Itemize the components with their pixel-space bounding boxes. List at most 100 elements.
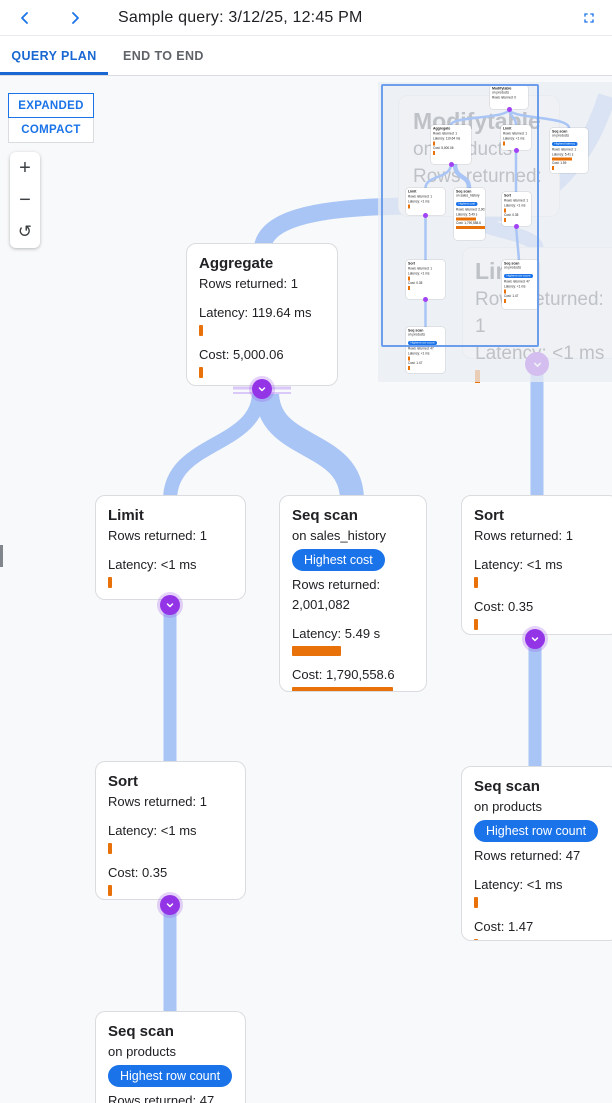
node-rows: Rows returned: 1 xyxy=(108,526,233,546)
node-rows: Rows returned: 47 xyxy=(474,846,606,866)
node-cost: Cost: 5,000.06 xyxy=(199,345,325,365)
node-cost: Cost: 0.35 xyxy=(108,863,233,883)
node-latency: Latency: 5.49 s xyxy=(292,624,414,644)
node-latency: Latency: <1 ms xyxy=(474,875,606,895)
minimap-node-stat: Cost: 1.47 xyxy=(408,362,440,366)
node-latency: Latency: <1 ms xyxy=(108,821,233,841)
minimap-node-stat: Rows returned: 1 xyxy=(552,148,583,152)
chevron-down-icon xyxy=(529,633,541,645)
node-rows: Rows returned: 1 xyxy=(199,274,325,294)
node-cost: Cost: 1.47 xyxy=(474,917,606,937)
latency-bar xyxy=(108,577,112,588)
cost-bar xyxy=(474,939,478,941)
latency-bar xyxy=(199,325,203,336)
minimap-viewport[interactable] xyxy=(381,84,539,347)
back-button[interactable] xyxy=(10,3,40,33)
fullscreen-icon xyxy=(581,10,597,26)
fullscreen-button[interactable] xyxy=(574,3,604,33)
plan-node-seq-scan-products-right[interactable]: Seq scan on products Highest row count R… xyxy=(461,766,612,941)
plan-node-aggregate[interactable]: Aggregate Rows returned: 1 Latency: 119.… xyxy=(186,243,338,386)
minimap-node-stat: Latency: 5.41 s xyxy=(552,153,583,157)
plan-node-seq-scan-sales-history[interactable]: Seq scan on sales_history Highest cost R… xyxy=(279,495,427,692)
expanded-button[interactable]: EXPANDED xyxy=(8,93,94,118)
latency-bar xyxy=(108,843,112,854)
node-rows-value: 2,001,082 xyxy=(292,595,414,615)
node-rows-label: Rows returned: xyxy=(292,575,414,595)
table-name: products xyxy=(126,1044,176,1059)
collapse-node-button[interactable] xyxy=(160,895,180,915)
highest-row-count-badge: Highest row count xyxy=(474,820,598,842)
forward-button[interactable] xyxy=(60,3,90,33)
layout-toggle: EXPANDED COMPACT xyxy=(8,93,94,143)
edge-aggregate-to-limit xyxy=(170,392,259,500)
plan-node-sort-right[interactable]: Sort Rows returned: 1 Latency: <1 ms Cos… xyxy=(461,495,612,635)
node-title: Aggregate xyxy=(199,253,325,274)
node-table: on products xyxy=(474,797,606,817)
node-latency: Latency: 119.64 ms xyxy=(199,303,325,323)
plan-node-limit[interactable]: Limit Rows returned: 1 Latency: <1 ms xyxy=(95,495,246,600)
node-title: Seq scan xyxy=(108,1021,233,1042)
tab-query-plan[interactable]: QUERY PLAN xyxy=(0,37,108,75)
node-cost: Cost: 1,790,558.6 xyxy=(292,665,414,685)
table-name: products xyxy=(492,799,542,814)
on-prefix: on xyxy=(474,799,492,814)
minimap-node-stat: Rows returned: 47 xyxy=(408,347,440,351)
on-prefix: on xyxy=(108,1044,126,1059)
node-rows: Rows returned: 47 xyxy=(108,1091,233,1103)
highest-row-count-badge: Highest row count xyxy=(108,1065,232,1087)
chevron-left-icon xyxy=(16,9,34,27)
zoom-in-button[interactable]: + xyxy=(10,152,40,184)
node-title: Sort xyxy=(108,771,233,792)
cost-bar xyxy=(292,687,393,692)
latency-bar xyxy=(292,646,341,656)
minimap-metric-bar xyxy=(408,357,410,361)
chevron-down-icon xyxy=(164,599,176,611)
highest-cost-badge: Highest cost xyxy=(292,549,385,571)
collapse-node-button[interactable] xyxy=(252,379,272,399)
plan-node-seq-scan-products-bottom[interactable]: Seq scan on products Highest row count R… xyxy=(95,1011,246,1103)
minimap-metric-bar xyxy=(552,166,554,170)
edge-aggregate-to-seqscan xyxy=(267,392,352,500)
node-title: Seq scan xyxy=(292,505,414,526)
chevron-down-icon xyxy=(256,383,268,395)
query-plan-canvas[interactable]: Modifytable on products Rows returned: 0… xyxy=(0,76,612,1103)
on-prefix: on xyxy=(292,528,310,543)
latency-bar xyxy=(474,577,478,588)
node-title: Seq scan xyxy=(474,776,606,797)
node-latency: Latency: <1 ms xyxy=(108,555,233,575)
header: Sample query: 3/12/25, 12:45 PM xyxy=(0,0,612,36)
node-rows: Rows returned: 1 xyxy=(474,526,606,546)
minimap[interactable]: Modifytableon productsRows returned: 0Ag… xyxy=(378,82,612,382)
chevron-down-icon xyxy=(164,899,176,911)
compact-button[interactable]: COMPACT xyxy=(8,118,94,143)
minimap-node-sub: on products xyxy=(552,134,583,138)
minimap-node-seq-scan-top-right: Seq scanon productsHighest latencyRows r… xyxy=(550,128,588,173)
node-title: Sort xyxy=(474,505,606,526)
minimap-node-badge: Highest latency xyxy=(552,142,578,146)
cost-bar xyxy=(199,367,203,378)
reset-view-button[interactable]: ↺ xyxy=(10,216,40,248)
cost-bar xyxy=(108,885,112,896)
plan-node-sort-left[interactable]: Sort Rows returned: 1 Latency: <1 ms Cos… xyxy=(95,761,246,900)
node-rows: Rows returned: 1 xyxy=(108,792,233,812)
collapse-node-button[interactable] xyxy=(160,595,180,615)
latency-bar xyxy=(474,897,478,908)
chevron-right-icon xyxy=(66,9,84,27)
table-name: sales_history xyxy=(310,528,386,543)
minimap-node-stat: Latency: <1 ms xyxy=(408,352,440,356)
node-latency: Latency: <1 ms xyxy=(474,555,606,575)
scrollbar-thumb[interactable] xyxy=(0,545,3,567)
cost-bar xyxy=(474,619,478,630)
node-table: on sales_history xyxy=(292,526,414,546)
tab-bar: QUERY PLAN END TO END xyxy=(0,37,612,76)
minimap-metric-bar xyxy=(552,158,572,161)
collapse-node-button[interactable] xyxy=(525,629,545,649)
minimap-metric-bar xyxy=(408,366,410,370)
minimap-node-stat: Cost: 1.59 xyxy=(552,162,583,166)
page-title: Sample query: 3/12/25, 12:45 PM xyxy=(118,9,363,27)
zoom-controls: + − ↺ xyxy=(10,152,40,248)
tab-end-to-end[interactable]: END TO END xyxy=(108,37,228,75)
node-title: Limit xyxy=(108,505,233,526)
zoom-out-button[interactable]: − xyxy=(10,184,40,216)
node-cost: Cost: 0.35 xyxy=(474,597,606,617)
